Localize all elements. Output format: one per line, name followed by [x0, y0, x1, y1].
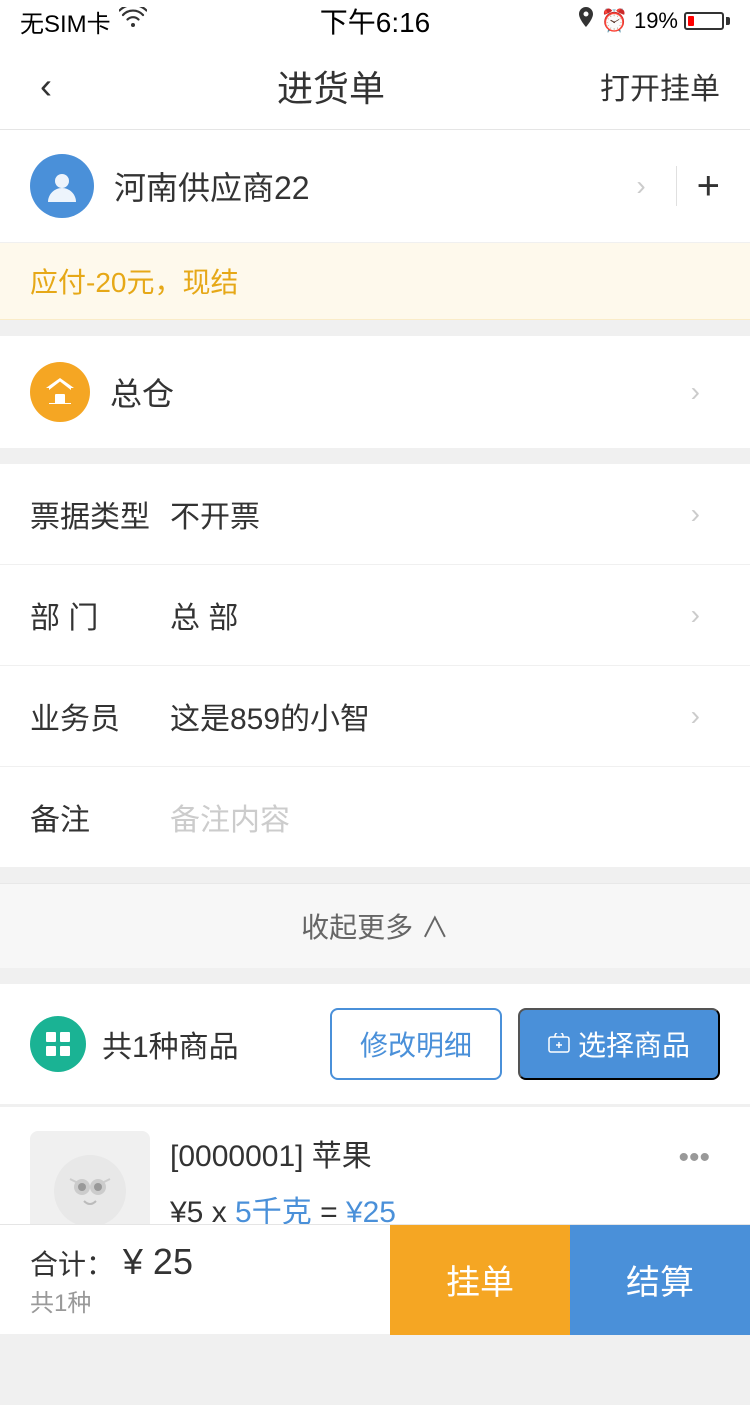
supplier-row[interactable]: 河南供应商22 › + — [0, 130, 750, 243]
chevron-right-icon: › — [636, 170, 645, 202]
department-label: 部 门 — [30, 593, 170, 637]
product-name: [0000001] 苹果 — [170, 1131, 668, 1175]
bottom-bar: 合计： ¥ 25 共1种 挂单 结算 — [0, 1224, 750, 1334]
open-pending-button[interactable]: 打开挂单 — [600, 64, 720, 108]
page-title: 进货单 — [277, 60, 385, 112]
collapse-button[interactable]: 收起更多 ∧ — [0, 883, 750, 968]
total-row: 合计： ¥ 25 — [30, 1241, 360, 1283]
department-value: 总 部 — [170, 593, 691, 637]
products-count: 共1种商品 — [102, 1022, 330, 1066]
invoice-label: 票据类型 — [30, 492, 170, 536]
department-chevron-icon: › — [691, 599, 700, 631]
form-row-note[interactable]: 备注 备注内容 — [0, 767, 750, 867]
product-code: [0000001] — [170, 1140, 312, 1173]
status-time: 下午6:16 — [320, 1, 431, 41]
back-button[interactable]: ‹ — [30, 55, 62, 117]
alarm-icon: ⏰ — [601, 8, 628, 34]
battery-label: 19% — [634, 8, 678, 34]
note-placeholder: 备注内容 — [170, 795, 720, 839]
checkout-button[interactable]: 结算 — [570, 1225, 750, 1335]
invoice-chevron-icon: › — [691, 498, 700, 530]
note-label: 备注 — [30, 795, 170, 839]
signal-label: 无SIM卡 — [20, 4, 111, 39]
products-icon — [30, 1016, 86, 1072]
warehouse-section: 总仓 › — [0, 336, 750, 448]
products-header: 共1种商品 修改明细 选择商品 — [0, 984, 750, 1105]
notice-banner: 应付-20元，现结 — [0, 243, 750, 320]
form-section: 票据类型 不开票 › 部 门 总 部 › 业务员 这是859的小智 › 备注 备… — [0, 464, 750, 867]
supplier-avatar — [30, 154, 94, 218]
warehouse-name: 总仓 — [110, 369, 691, 415]
add-icon[interactable]: + — [697, 164, 720, 209]
status-right: ⏰ 19% — [577, 7, 730, 35]
status-bar: 无SIM卡 下午6:16 ⏰ 19% — [0, 0, 750, 42]
status-left: 无SIM卡 — [20, 4, 147, 39]
product-title: 苹果 — [312, 1140, 372, 1173]
salesrep-chevron-icon: › — [691, 700, 700, 732]
total-section: 合计： ¥ 25 共1种 — [0, 1241, 390, 1318]
wifi-icon — [119, 7, 147, 36]
product-info: [0000001] 苹果 ¥5 x 5千克 = ¥25 — [170, 1131, 668, 1231]
select-product-button[interactable]: 选择商品 — [518, 1008, 720, 1080]
supplier-section: 河南供应商22 › + 应付-20元，现结 — [0, 130, 750, 320]
form-row-invoice[interactable]: 票据类型 不开票 › — [0, 464, 750, 565]
salesrep-label: 业务员 — [30, 694, 170, 738]
total-count: 共1种 — [30, 1283, 360, 1318]
form-row-salesrep[interactable]: 业务员 这是859的小智 › — [0, 666, 750, 767]
location-icon — [577, 7, 595, 35]
warehouse-icon — [30, 362, 90, 422]
total-label: 合计： — [30, 1249, 114, 1280]
battery-icon — [684, 12, 730, 30]
select-product-label: 选择商品 — [578, 1024, 690, 1064]
warehouse-chevron-icon: › — [691, 376, 700, 408]
nav-bar: ‹ 进货单 打开挂单 — [0, 42, 750, 130]
form-row-department[interactable]: 部 门 总 部 › — [0, 565, 750, 666]
total-amount: ¥ 25 — [123, 1241, 193, 1282]
supplier-divider — [676, 166, 677, 206]
edit-details-button[interactable]: 修改明细 — [330, 1008, 502, 1080]
salesrep-value: 这是859的小智 — [170, 694, 691, 738]
suspend-button[interactable]: 挂单 — [390, 1225, 570, 1335]
warehouse-row[interactable]: 总仓 › — [0, 336, 750, 448]
supplier-name: 河南供应商22 — [114, 163, 636, 209]
invoice-value: 不开票 — [170, 492, 691, 536]
product-more-button[interactable]: ••• — [668, 1131, 720, 1185]
